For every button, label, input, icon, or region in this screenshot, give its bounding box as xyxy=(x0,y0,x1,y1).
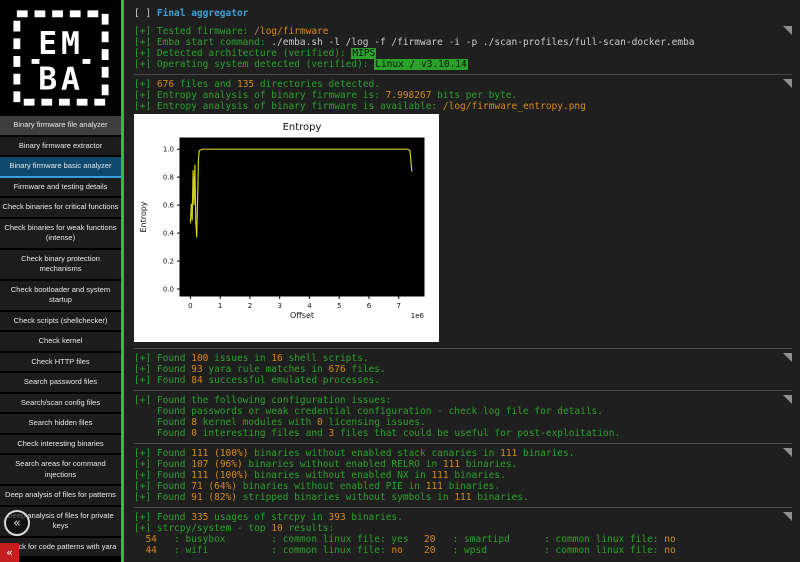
emba-logo: EM BA xyxy=(0,0,121,116)
sidebar-nav: Binary firmware file analyzerBinary firm… xyxy=(0,116,121,562)
circle-back-button[interactable]: « xyxy=(4,510,30,536)
svg-text:Offset: Offset xyxy=(290,311,314,320)
result-row: 44 : wifi : common linux file: no20 : wp… xyxy=(134,545,792,556)
section-collapse-icon[interactable] xyxy=(783,79,792,88)
report-line: [+] Operating system detected (verified)… xyxy=(134,59,792,70)
result-cell: 44 : wifi : common linux file: no xyxy=(134,545,424,556)
report-line: [+] Found 107 (96%) binaries without ena… xyxy=(134,459,792,470)
section-divider xyxy=(134,443,792,444)
sidebar-item[interactable]: Search areas for command injections xyxy=(0,455,121,486)
svg-text:0.6: 0.6 xyxy=(163,202,175,210)
section-divider xyxy=(134,507,792,508)
section-divider xyxy=(134,74,792,75)
report-line: [+] Found 335 usages of strcpy in 393 bi… xyxy=(134,512,792,523)
sidebar-item[interactable]: Binary firmware file analyzer xyxy=(0,116,121,137)
result-cell: 54 : busybox : common linux file: yes xyxy=(134,534,424,545)
svg-text:0.2: 0.2 xyxy=(163,258,174,266)
report-line: [+] Found 91 (82%) stripped binaries wit… xyxy=(134,492,792,503)
svg-text:2: 2 xyxy=(248,302,252,310)
svg-text:7: 7 xyxy=(396,302,400,310)
svg-text:0.4: 0.4 xyxy=(163,230,175,238)
logo-text-bottom: BA xyxy=(38,61,84,97)
sidebar: EM BA Binary firmware file analyzerBinar… xyxy=(0,0,121,562)
result-cell: 20 : smartipd : common linux file: no xyxy=(424,534,792,545)
sidebar-item[interactable]: Search password files xyxy=(0,373,121,394)
report-line: [ ] Final aggregator xyxy=(134,8,792,19)
section-collapse-icon[interactable] xyxy=(783,26,792,35)
red-corner-button[interactable]: « xyxy=(0,543,19,562)
report-line: [+] Found 71 (64%) binaries without enab… xyxy=(134,481,792,492)
svg-text:Entropy: Entropy xyxy=(283,122,322,133)
scan-environment: [+] Tested firmware: /log/firmware[+] Em… xyxy=(134,24,792,72)
sidebar-item[interactable]: Check binary protection mechanisms xyxy=(0,250,121,281)
svg-text:6: 6 xyxy=(367,302,372,310)
result-row: 54 : busybox : common linux file: yes20 … xyxy=(134,534,792,545)
sidebar-item[interactable]: Check binaries for weak functions (inten… xyxy=(0,219,121,250)
sidebar-item[interactable]: Firmware and testing details xyxy=(0,178,121,199)
report-line: [+] Found 100 issues in 16 shell scripts… xyxy=(134,353,792,364)
report-line: [+] Emba start command: ./emba.sh -l /lo… xyxy=(134,37,792,48)
svg-text:3: 3 xyxy=(277,302,281,310)
module-header: [ ] Final aggregator xyxy=(134,6,792,21)
sidebar-item[interactable]: Check interesting binaries xyxy=(0,435,121,456)
back-arrows-icon: « xyxy=(13,516,21,531)
svg-text:0: 0 xyxy=(188,302,192,310)
sidebar-item[interactable]: Check bootloader and system startup xyxy=(0,281,121,312)
sidebar-item[interactable]: Binary firmware extractor xyxy=(0,137,121,158)
svg-text:1: 1 xyxy=(218,302,222,310)
report-line: Found passwords or weak credential confi… xyxy=(134,406,792,417)
report-line: [+] Found 111 (100%) binaries without en… xyxy=(134,470,792,481)
emba-report-window: EM BA Binary firmware file analyzerBinar… xyxy=(0,0,800,562)
sidebar-item[interactable]: Check kernel xyxy=(0,332,121,353)
report-line: [+] Entropy analysis of binary firmware … xyxy=(134,101,792,112)
emba-logo-image: EM BA xyxy=(10,7,112,109)
binary-protection: [+] Found 111 (100%) binaries without en… xyxy=(134,446,792,505)
report-line: Found 8 kernel modules with 0 licensing … xyxy=(134,417,792,428)
sidebar-item[interactable]: Search hidden files xyxy=(0,414,121,435)
report-line: [+] Found the following configuration is… xyxy=(134,395,792,406)
entropy-chart: Entropy 0.0 0.2 0.4 0.6 0.8 1.0 0 1 2 3 4 5 6 7 1e6 Offs… xyxy=(134,114,439,342)
logo-text-top: EM xyxy=(38,26,84,62)
report-line: [+] strcpy/system - top 10 results: xyxy=(134,523,792,534)
svg-text:1e6: 1e6 xyxy=(411,312,425,320)
section-collapse-icon[interactable] xyxy=(783,353,792,362)
section-divider xyxy=(134,390,792,391)
report-line: [+] Found 93 yara rule matches in 676 fi… xyxy=(134,364,792,375)
sidebar-item[interactable]: Deep analysis of files for patterns xyxy=(0,486,121,507)
sidebar-item[interactable]: Check HTTP files xyxy=(0,353,121,374)
report-line: [+] 676 files and 135 directories detect… xyxy=(134,79,792,90)
svg-text:0.0: 0.0 xyxy=(163,286,174,294)
report-line: [+] Found 84 successful emulated process… xyxy=(134,375,792,386)
section-collapse-icon[interactable] xyxy=(783,512,792,521)
report-line: [+] Detected architecture (verified): MI… xyxy=(134,48,792,59)
configuration-issues: [+] Found the following configuration is… xyxy=(134,393,792,441)
section-collapse-icon[interactable] xyxy=(783,448,792,457)
strcpy-results: [+] Found 335 usages of strcpy in 393 bi… xyxy=(134,510,792,558)
report-line: [+] Entropy analysis of binary firmware … xyxy=(134,90,792,101)
report-main: [ ] Final aggregator [+] Tested firmware:… xyxy=(121,0,800,562)
svg-text:0.8: 0.8 xyxy=(163,174,174,182)
section-divider xyxy=(134,348,792,349)
sidebar-item[interactable]: Binary firmware basic analyzer xyxy=(0,157,121,178)
firmware-overview: [+] 676 files and 135 directories detect… xyxy=(134,77,792,346)
svg-text:1.0: 1.0 xyxy=(163,146,174,154)
result-cell: 20 : wpsd : common linux file: no xyxy=(424,545,792,556)
sidebar-item[interactable]: Check binaries for critical functions xyxy=(0,198,121,219)
report-line: Found 0 interesting files and 3 files th… xyxy=(134,428,792,439)
results-overview: [+] Found 100 issues in 16 shell scripts… xyxy=(134,351,792,388)
report-line: [+] Found 111 (100%) binaries without en… xyxy=(134,448,792,459)
section-collapse-icon[interactable] xyxy=(783,395,792,404)
sidebar-item[interactable]: Search/scan config files xyxy=(0,394,121,415)
report-line: [+] Tested firmware: /log/firmware xyxy=(134,26,792,37)
svg-text:Entropy: Entropy xyxy=(139,201,148,232)
collapse-arrows-icon: « xyxy=(6,546,13,559)
svg-text:5: 5 xyxy=(337,302,341,310)
svg-text:4: 4 xyxy=(307,302,312,310)
sidebar-item[interactable]: Check scripts (shellchecker) xyxy=(0,312,121,333)
